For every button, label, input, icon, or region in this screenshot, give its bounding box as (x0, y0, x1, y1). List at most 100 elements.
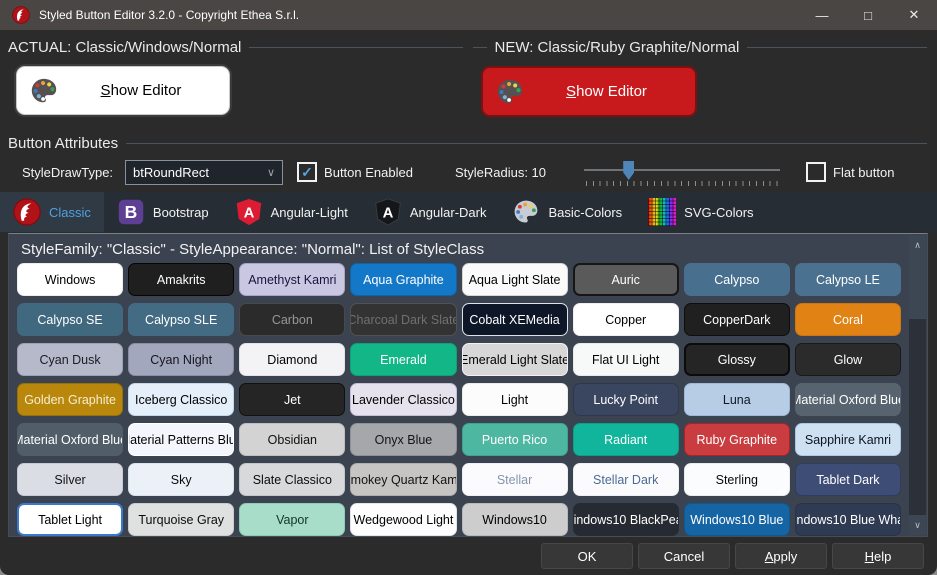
cancel-button[interactable]: Cancel (638, 543, 730, 569)
style-class-button[interactable]: Obsidian (239, 423, 345, 456)
tab-label: Angular-Dark (410, 205, 487, 220)
window-title: Styled Button Editor 3.2.0 - Copyright E… (39, 8, 299, 22)
button-attributes-groupbox: Button Attributes StyleDrawType: btRound… (0, 128, 937, 190)
style-class-button[interactable]: Windows (17, 263, 123, 296)
style-class-button[interactable]: Tablet Dark (795, 463, 901, 496)
tab-angular-dark[interactable]: A Angular-Dark (361, 192, 500, 232)
style-class-button[interactable]: Stellar Dark (573, 463, 679, 496)
slider-track (584, 169, 780, 171)
style-class-button[interactable]: Lavender Classico (350, 383, 456, 416)
style-class-button[interactable]: Cyan Dusk (17, 343, 123, 376)
style-class-button[interactable]: Lucky Point (573, 383, 679, 416)
tab-label: Classic (49, 205, 91, 220)
style-class-button[interactable]: Material Oxford Blue (17, 423, 123, 456)
style-class-button[interactable]: Emerald Light Slate (462, 343, 568, 376)
style-class-button[interactable]: Turquoise Gray (128, 503, 234, 536)
flat-button-checkbox[interactable] (806, 162, 826, 182)
style-class-button[interactable]: Windows10 Blue (684, 503, 790, 536)
angular-dark-icon: A (374, 198, 402, 226)
actual-show-editor-button[interactable]: Show Editor (16, 66, 230, 115)
maximize-icon[interactable]: □ (845, 0, 891, 30)
style-class-button[interactable]: Sky (128, 463, 234, 496)
app-logo-icon (12, 6, 30, 24)
style-draw-type-value: btRoundRect (133, 165, 209, 180)
style-class-button[interactable]: Copper (573, 303, 679, 336)
style-radius-label: StyleRadius: 10 (455, 165, 546, 180)
bootstrap-icon: B (117, 198, 145, 226)
style-class-button[interactable]: Diamond (239, 343, 345, 376)
style-class-button[interactable]: Calypso (684, 263, 790, 296)
style-class-button[interactable]: Calypso SE (17, 303, 123, 336)
style-class-button[interactable]: Luna (684, 383, 790, 416)
style-class-button[interactable]: Windows10 (462, 503, 568, 536)
minimize-icon[interactable]: — (799, 0, 845, 30)
scroll-up-icon[interactable]: ∧ (909, 235, 926, 255)
style-class-button[interactable]: Windows10 BlackPearl (573, 503, 679, 536)
style-class-button[interactable]: Aqua Light Slate (462, 263, 568, 296)
style-class-button[interactable]: Light (462, 383, 568, 416)
style-class-button[interactable]: Wedgewood Light (350, 503, 456, 536)
style-class-button[interactable]: Emerald (350, 343, 456, 376)
style-class-button[interactable]: Radiant (573, 423, 679, 456)
vertical-scrollbar[interactable]: ∧ ∨ (909, 235, 926, 535)
style-class-button[interactable]: Vapor (239, 503, 345, 536)
style-class-button[interactable]: Windows10 Blue Whale (795, 503, 901, 536)
show-editor-label: Show Editor (65, 82, 217, 99)
new-caption: NEW: Classic/Ruby Graphite/Normal (495, 39, 740, 56)
style-class-button[interactable]: Slate Classico (239, 463, 345, 496)
style-class-button[interactable]: Calypso SLE (128, 303, 234, 336)
new-show-editor-button[interactable]: Show Editor (481, 66, 697, 117)
style-class-button[interactable]: Material Patterns Blue (128, 423, 234, 456)
style-class-button[interactable]: Tablet Light (17, 503, 123, 536)
style-class-button[interactable]: Material Oxford Blue (795, 383, 901, 416)
style-class-button[interactable]: Glossy (684, 343, 790, 376)
style-class-button[interactable]: Calypso LE (795, 263, 901, 296)
style-class-button[interactable]: Amethyst Kamri (239, 263, 345, 296)
style-class-button[interactable]: Sapphire Kamri (795, 423, 901, 456)
style-radius-slider[interactable] (584, 157, 780, 187)
style-class-button[interactable]: Iceberg Classico (128, 383, 234, 416)
style-class-button[interactable]: Charcoal Dark Slate (350, 303, 456, 336)
style-class-button[interactable]: Jet (239, 383, 345, 416)
style-class-button[interactable]: Carbon (239, 303, 345, 336)
ok-button[interactable]: OK (541, 543, 633, 569)
tab-label: SVG-Colors (684, 205, 753, 220)
tab-angular-light[interactable]: A Angular-Light (222, 192, 361, 232)
style-class-button[interactable]: Stellar (462, 463, 568, 496)
close-icon[interactable]: ✕ (891, 0, 937, 30)
style-class-button[interactable]: Smokey Quartz Kamri (350, 463, 456, 496)
slider-thumb[interactable] (623, 161, 634, 180)
angular-light-icon: A (235, 198, 263, 226)
tab-bootstrap[interactable]: B Bootstrap (104, 192, 222, 232)
basic-colors-palette-icon (512, 198, 540, 226)
style-class-button[interactable]: CopperDark (684, 303, 790, 336)
divider (249, 47, 462, 48)
style-class-button[interactable]: Aqua Graphite (350, 263, 456, 296)
apply-button[interactable]: Apply (735, 543, 827, 569)
style-class-button[interactable]: Glow (795, 343, 901, 376)
button-enabled-checkbox[interactable]: ✓ (297, 162, 317, 182)
svg-text:A: A (243, 206, 254, 222)
style-class-button[interactable]: Cobalt XEMedia (462, 303, 568, 336)
scrollbar-thumb[interactable] (909, 255, 926, 319)
button-enabled-label: Button Enabled (324, 165, 413, 180)
style-class-button[interactable]: Silver (17, 463, 123, 496)
tab-classic[interactable]: Classic (0, 192, 104, 232)
style-class-button[interactable]: Amakrits (128, 263, 234, 296)
style-draw-type-select[interactable]: btRoundRect ∨ (125, 160, 283, 185)
style-class-button[interactable]: Golden Graphite (17, 383, 123, 416)
style-class-button[interactable]: Cyan Night (128, 343, 234, 376)
tab-svg-colors[interactable]: SVG-Colors (635, 192, 766, 232)
style-class-button[interactable]: Ruby Graphite (684, 423, 790, 456)
tab-basic-colors[interactable]: Basic-Colors (499, 192, 635, 232)
style-class-header: StyleFamily: "Classic" - StyleAppearance… (9, 234, 927, 261)
style-class-button[interactable]: Onyx Blue (350, 423, 456, 456)
style-class-button[interactable]: Flat UI Light (573, 343, 679, 376)
help-button[interactable]: Help (832, 543, 924, 569)
scroll-down-icon[interactable]: ∨ (909, 515, 926, 535)
style-class-button[interactable]: Sterling (684, 463, 790, 496)
style-class-button[interactable]: Puerto Rico (462, 423, 568, 456)
style-class-button[interactable]: Coral (795, 303, 901, 336)
tab-label: Angular-Light (271, 205, 348, 220)
style-class-button[interactable]: Auric (573, 263, 679, 296)
